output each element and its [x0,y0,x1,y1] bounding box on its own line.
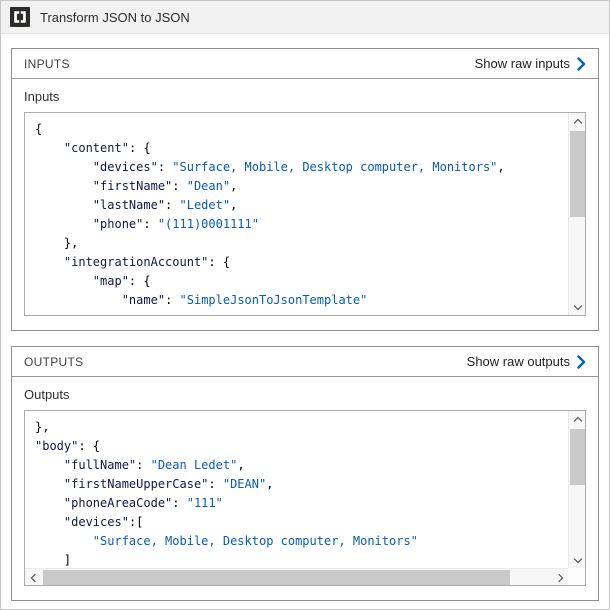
vertical-scrollbar-thumb[interactable] [570,131,585,217]
code-line: "phone": "(111)0001111" [35,215,557,234]
chevron-down-icon [573,301,581,309]
scroll-down-button[interactable] [569,298,586,315]
outputs-heading: OUTPUTS [24,355,83,369]
show-raw-outputs-label: Show raw outputs [467,354,570,369]
code-line: "phoneAreaCode": "111" [35,494,557,513]
code-line: }, [35,418,557,437]
scroll-right-button[interactable] [551,569,568,586]
outputs-code-viewer[interactable]: },"body": { "fullName": "Dean Ledet", "f… [24,410,586,586]
code-line: "firstNameUpperCase": "DEAN", [35,475,557,494]
outputs-panel: OUTPUTS Show raw outputs Outputs },"body… [11,346,599,601]
outputs-code: },"body": { "fullName": "Dean Ledet", "f… [25,411,585,570]
inputs-panel: INPUTS Show raw inputs Inputs { "content… [11,48,599,331]
outputs-panel-header: OUTPUTS Show raw outputs [12,347,598,377]
inputs-panel-header: INPUTS Show raw inputs [12,49,598,79]
chevron-right-icon [554,573,562,581]
chevron-right-icon [577,355,586,369]
code-line: { [35,120,557,139]
inputs-code-viewer[interactable]: { "content": { "devices": "Surface, Mobi… [24,112,586,316]
code-line: "content": { [35,139,557,158]
inputs-panel-body: Inputs { "content": { "devices": "Surfac… [12,79,598,330]
code-line: "devices":[ [35,513,557,532]
scrollbar-corner [568,568,585,585]
inputs-heading: INPUTS [24,57,70,71]
horizontal-scrollbar-thumb[interactable] [43,570,510,585]
outputs-label: Outputs [24,387,586,403]
code-line: "devices": "Surface, Mobile, Desktop com… [35,158,557,177]
chevron-up-icon [573,118,581,126]
code-line: "integrationAccount": { [35,253,557,272]
code-line: "Surface, Mobile, Desktop computer, Moni… [35,532,557,551]
code-line: "name": "SimpleJsonToJsonTemplate" [35,291,557,310]
transform-json-icon [10,7,30,27]
action-title: Transform JSON to JSON [40,10,190,25]
scroll-up-button[interactable] [569,411,586,428]
code-line: "firstName": "Dean", [35,177,557,196]
inputs-label: Inputs [24,89,586,105]
vertical-scrollbar-thumb[interactable] [570,429,585,485]
inputs-code: { "content": { "devices": "Surface, Mobi… [25,113,585,310]
scroll-up-button[interactable] [569,113,586,130]
scroll-left-button[interactable] [25,569,42,586]
show-raw-inputs-label: Show raw inputs [475,56,570,71]
code-line: "map": { [35,272,557,291]
show-raw-inputs-link[interactable]: Show raw inputs [475,56,586,71]
scroll-down-button[interactable] [569,551,586,568]
outputs-panel-body: Outputs },"body": { "fullName": "Dean Le… [12,377,598,600]
chevron-down-icon [573,554,581,562]
chevron-right-icon [577,57,586,71]
code-line: "lastName": "Ledet", [35,196,557,215]
outputs-vertical-scrollbar[interactable] [568,411,585,568]
show-raw-outputs-link[interactable]: Show raw outputs [467,354,586,369]
code-line: "body": { [35,437,557,456]
code-line: }, [35,234,557,253]
code-line: "fullName": "Dean Ledet", [35,456,557,475]
action-header[interactable]: Transform JSON to JSON [1,1,609,34]
transform-json-card: Transform JSON to JSON INPUTS Show raw i… [0,0,610,610]
chevron-left-icon [30,573,38,581]
inputs-vertical-scrollbar[interactable] [568,113,585,315]
outputs-horizontal-scrollbar[interactable] [25,568,568,585]
chevron-up-icon [573,416,581,424]
